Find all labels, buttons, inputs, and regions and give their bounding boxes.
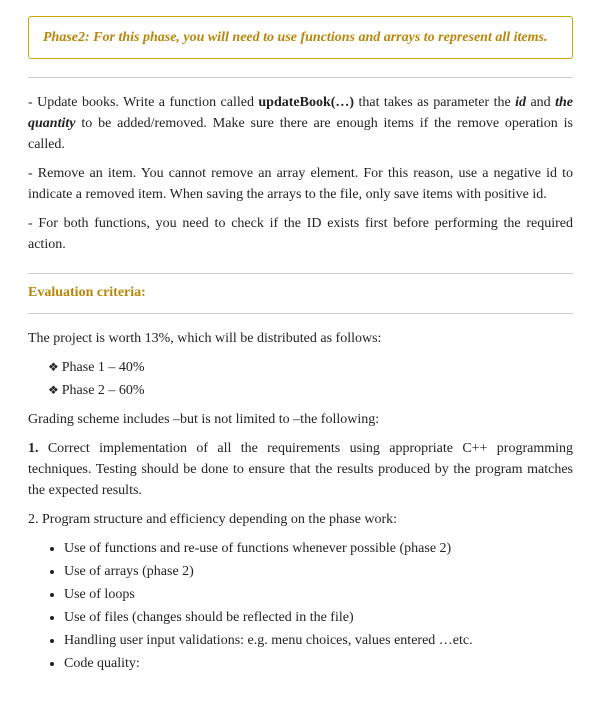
bullet-item-3: Use of files (changes should be reflecte… xyxy=(64,607,573,628)
bullet-item-4: Handling user input validations: e.g. me… xyxy=(64,630,573,651)
bullet-item-2: Use of loops xyxy=(64,584,573,605)
bullet-list: Use of functions and re-use of functions… xyxy=(28,538,573,674)
criteria-2: 2. Program structure and efficiency depe… xyxy=(28,509,573,530)
update-prefix: - Update books. Write a function called xyxy=(28,95,258,110)
remove-item-text: - Remove an item. You cannot remove an a… xyxy=(28,163,573,205)
eval-content: The project is worth 13%, which will be … xyxy=(28,328,573,674)
phase-2-item: Phase 2 – 60% xyxy=(48,380,573,401)
page-container: Phase2: For this phase, you will need to… xyxy=(0,0,601,702)
bullet-item-0: Use of functions and re-use of functions… xyxy=(64,538,573,559)
update-mid1: that takes as parameter the xyxy=(354,95,515,110)
update-param1: id xyxy=(515,95,526,110)
update-mid2: and xyxy=(526,95,555,110)
update-books-text: - Update books. Write a function called … xyxy=(28,92,573,155)
phase-2-text: Phase 2 – 60% xyxy=(62,383,145,398)
phase-1-item: Phase 1 – 40% xyxy=(48,357,573,378)
bullet-item-5: Code quality: xyxy=(64,653,573,674)
criteria-1-text: Correct implementation of all the requir… xyxy=(28,441,573,498)
evaluation-section: Evaluation criteria: The project is wort… xyxy=(28,273,573,674)
grading-intro: Grading scheme includes –but is not limi… xyxy=(28,409,573,430)
phase-title-label: Phase2: xyxy=(43,30,90,45)
phases-list: Phase 1 – 40% Phase 2 – 60% xyxy=(28,357,573,401)
eval-header: Evaluation criteria: xyxy=(28,273,573,303)
phase-title: Phase2: For this phase, you will need to… xyxy=(43,30,547,45)
phase-1-text: Phase 1 – 40% xyxy=(62,360,145,375)
divider-2 xyxy=(28,313,573,314)
update-books-block: - Update books. Write a function called … xyxy=(28,92,573,255)
phase-title-text: For this phase, you will need to use fun… xyxy=(90,30,548,45)
criteria-1-label: 1. xyxy=(28,441,39,456)
divider-1 xyxy=(28,77,573,78)
update-function: updateBook(…) xyxy=(258,95,354,110)
phase-box: Phase2: For this phase, you will need to… xyxy=(28,16,573,59)
eval-intro: The project is worth 13%, which will be … xyxy=(28,328,573,349)
eval-title: Evaluation criteria: xyxy=(28,285,146,304)
bullet-item-1: Use of arrays (phase 2) xyxy=(64,561,573,582)
criteria-1: 1. Correct implementation of all the req… xyxy=(28,438,573,501)
update-suffix: to be added/removed. Make sure there are… xyxy=(28,116,573,152)
both-functions-text: - For both functions, you need to check … xyxy=(28,213,573,255)
